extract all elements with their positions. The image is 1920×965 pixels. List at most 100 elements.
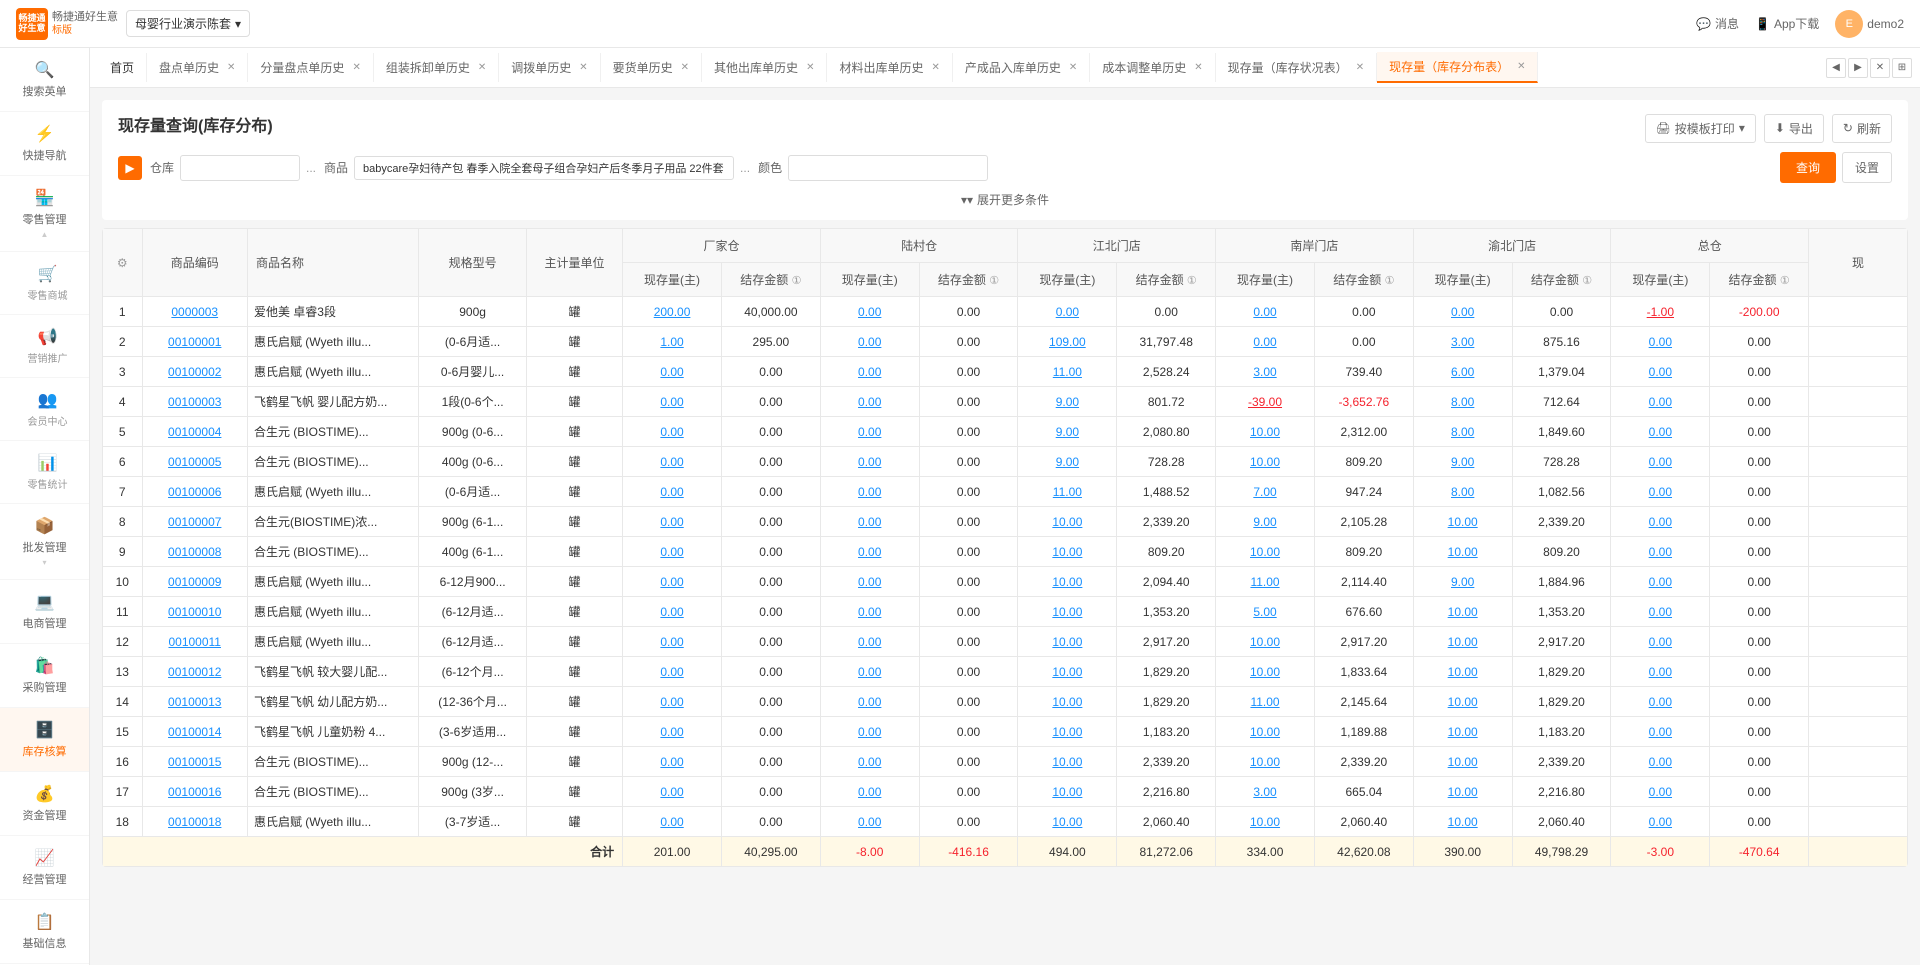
sidebar-item-ecommerce[interactable]: 💻 电商管理 xyxy=(0,580,89,644)
row-spec: (3-7岁适... xyxy=(419,807,527,837)
sidebar-item-wholesale[interactable]: 📦 批发管理 ▾ xyxy=(0,504,89,580)
row-nanan-amt: 665.04 xyxy=(1314,777,1413,807)
row-nanan-amt: 2,060.40 xyxy=(1314,807,1413,837)
nav-close-all-btn[interactable]: ✕ xyxy=(1870,58,1890,78)
close-icon[interactable]: ✕ xyxy=(1517,61,1525,72)
row-nanan-amt: 1,189.88 xyxy=(1314,717,1413,747)
setting-btn[interactable]: 设置 xyxy=(1842,152,1892,183)
sidebar-item-retail[interactable]: 🏪 零售管理 ▲ xyxy=(0,176,89,252)
row-code: 00100018 xyxy=(142,807,247,837)
row-name: 飞鹤星飞帆 婴儿配方奶... xyxy=(247,387,418,417)
sidebar-item-purchase[interactable]: 🛍️ 采购管理 xyxy=(0,644,89,708)
row-spec: 0-6月婴儿... xyxy=(419,357,527,387)
row-jiangbei-qty: 10.00 xyxy=(1018,657,1117,687)
sidebar-item-search[interactable]: 🔍 搜索英单 xyxy=(0,48,89,112)
row-changjia-amt: 40,000.00 xyxy=(721,297,820,327)
tab-pandian[interactable]: 盘点单历史 ✕ xyxy=(147,53,248,82)
row-current xyxy=(1809,627,1908,657)
row-yubei-amt: 728.28 xyxy=(1512,447,1611,477)
tab-zuzhang[interactable]: 组装拆卸单历史 ✕ xyxy=(374,53,499,82)
row-spec: (0-6月适... xyxy=(419,477,527,507)
row-lucun-amt: 0.00 xyxy=(919,747,1018,777)
summary-jiangbei-amt: 81,272.06 xyxy=(1117,837,1216,867)
user-area[interactable]: E demo2 xyxy=(1835,10,1904,38)
row-changjia-qty: 0.00 xyxy=(623,447,722,477)
tab-kucun-status[interactable]: 现存量（库存状况表） ✕ xyxy=(1216,53,1377,82)
expand-conditions-btn[interactable]: ▾▾ 展开更多条件 xyxy=(961,191,1049,208)
goods-input[interactable] xyxy=(354,156,734,180)
sidebar-item-inventory[interactable]: 🗄️ 库存核算 xyxy=(0,708,89,772)
row-index: 14 xyxy=(103,687,143,717)
row-total-amt: 0.00 xyxy=(1710,477,1809,507)
close-icon[interactable]: ✕ xyxy=(1069,62,1077,73)
sidebar-item-marketing[interactable]: 📢 营销推广 xyxy=(0,315,89,378)
color-input[interactable] xyxy=(788,155,988,181)
tab-chenben[interactable]: 成本调整单历史 ✕ xyxy=(1090,53,1215,82)
info-icon[interactable]: ① xyxy=(1385,274,1395,287)
row-current xyxy=(1809,597,1908,627)
row-nanan-qty: 10.00 xyxy=(1216,747,1315,777)
tab-diaobuo[interactable]: 调拨单历史 ✕ xyxy=(499,53,600,82)
close-icon[interactable]: ✕ xyxy=(681,62,689,73)
close-icon[interactable]: ✕ xyxy=(579,62,587,73)
nav-prev-btn[interactable]: ◀ xyxy=(1826,58,1846,78)
row-yubei-qty: 10.00 xyxy=(1413,807,1512,837)
close-icon[interactable]: ✕ xyxy=(1194,62,1202,73)
info-icon[interactable]: ① xyxy=(989,274,999,287)
export-btn[interactable]: ⬇ 导出 xyxy=(1764,114,1824,143)
row-changjia-amt: 0.00 xyxy=(721,447,820,477)
close-icon[interactable]: ✕ xyxy=(931,62,939,73)
tab-qitachuku[interactable]: 其他出库单历史 ✕ xyxy=(702,53,827,82)
row-yubei-qty: 8.00 xyxy=(1413,387,1512,417)
close-icon[interactable]: ✕ xyxy=(1356,62,1364,73)
message-btn[interactable]: 💬 消息 xyxy=(1696,15,1739,32)
tab-yaohuo[interactable]: 要货单历史 ✕ xyxy=(601,53,702,82)
print-btn[interactable]: 🖨 按模板打印 ▾ xyxy=(1645,114,1756,143)
row-lucun-qty: 0.00 xyxy=(820,507,919,537)
sidebar-item-retailshop[interactable]: 🛒 零售商城 xyxy=(0,252,89,315)
sidebar-item-quicknav[interactable]: ⚡ 快捷导航 xyxy=(0,112,89,176)
close-icon[interactable]: ✕ xyxy=(478,62,486,73)
summary-yubei-qty: 390.00 xyxy=(1413,837,1512,867)
table-row: 13 00100012 飞鹤星飞帆 较大婴儿配... (6-12个月... 罐 … xyxy=(103,657,1908,687)
row-index: 8 xyxy=(103,507,143,537)
sidebar-item-finance[interactable]: 💰 资金管理 xyxy=(0,772,89,836)
close-icon[interactable]: ✕ xyxy=(352,62,360,73)
close-icon[interactable]: ✕ xyxy=(806,62,814,73)
collapse-btn[interactable]: ▶ xyxy=(118,156,142,180)
sidebar-item-basicinfo[interactable]: 📋 基础信息 xyxy=(0,900,89,964)
nav-expand-btn[interactable]: ⊞ xyxy=(1892,58,1912,78)
page-actions: 🖨 按模板打印 ▾ ⬇ 导出 ↻ 刷新 xyxy=(1645,114,1892,143)
row-current xyxy=(1809,717,1908,747)
col-group-changjia: 厂家仓 xyxy=(623,229,821,263)
sidebar-item-bizmanage[interactable]: 📈 经营管理 xyxy=(0,836,89,900)
sidebar-item-member[interactable]: 👥 会员中心 xyxy=(0,378,89,441)
app-download-btn[interactable]: 📱 App下载 xyxy=(1755,15,1819,32)
warehouse-input[interactable] xyxy=(180,155,300,181)
info-icon[interactable]: ① xyxy=(1780,274,1790,287)
industry-selector[interactable]: 母婴行业演示陈套 ▾ xyxy=(126,10,250,37)
settings-icon[interactable]: ⚙ xyxy=(114,255,130,271)
nav-next-btn[interactable]: ▶ xyxy=(1848,58,1868,78)
table-row: 11 00100010 惠氏启赋 (Wyeth illu... (6-12月适.… xyxy=(103,597,1908,627)
tab-fenpandian[interactable]: 分量盘点单历史 ✕ xyxy=(248,53,373,82)
info-icon[interactable]: ① xyxy=(1187,274,1197,287)
close-icon[interactable]: ✕ xyxy=(227,62,235,73)
refresh-btn[interactable]: ↻ 刷新 xyxy=(1832,114,1892,143)
tab-cailiao[interactable]: 材料出库单历史 ✕ xyxy=(827,53,952,82)
row-yubei-qty: 8.00 xyxy=(1413,417,1512,447)
query-btn[interactable]: 查询 xyxy=(1780,152,1836,183)
info-icon[interactable]: ① xyxy=(1582,274,1592,287)
row-changjia-amt: 0.00 xyxy=(721,777,820,807)
sidebar-item-retailstat[interactable]: 📊 零售统计 xyxy=(0,441,89,504)
row-changjia-qty: 0.00 xyxy=(623,357,722,387)
tab-home[interactable]: 首页 xyxy=(98,53,147,82)
tab-chengpin[interactable]: 产成品入库单历史 ✕ xyxy=(953,53,1090,82)
row-code: 00100004 xyxy=(142,417,247,447)
info-icon[interactable]: ① xyxy=(792,274,802,287)
row-changjia-amt: 0.00 xyxy=(721,417,820,447)
table-scroll[interactable]: ⚙ 商品编码 商品名称 规格型号 主计量单位 厂家仓 陆村仓 江北门店 南岸门店… xyxy=(102,228,1908,867)
tab-kucun-dist[interactable]: 现存量（库存分布表） ✕ xyxy=(1377,52,1538,83)
row-lucun-qty: 0.00 xyxy=(820,477,919,507)
row-changjia-amt: 295.00 xyxy=(721,327,820,357)
